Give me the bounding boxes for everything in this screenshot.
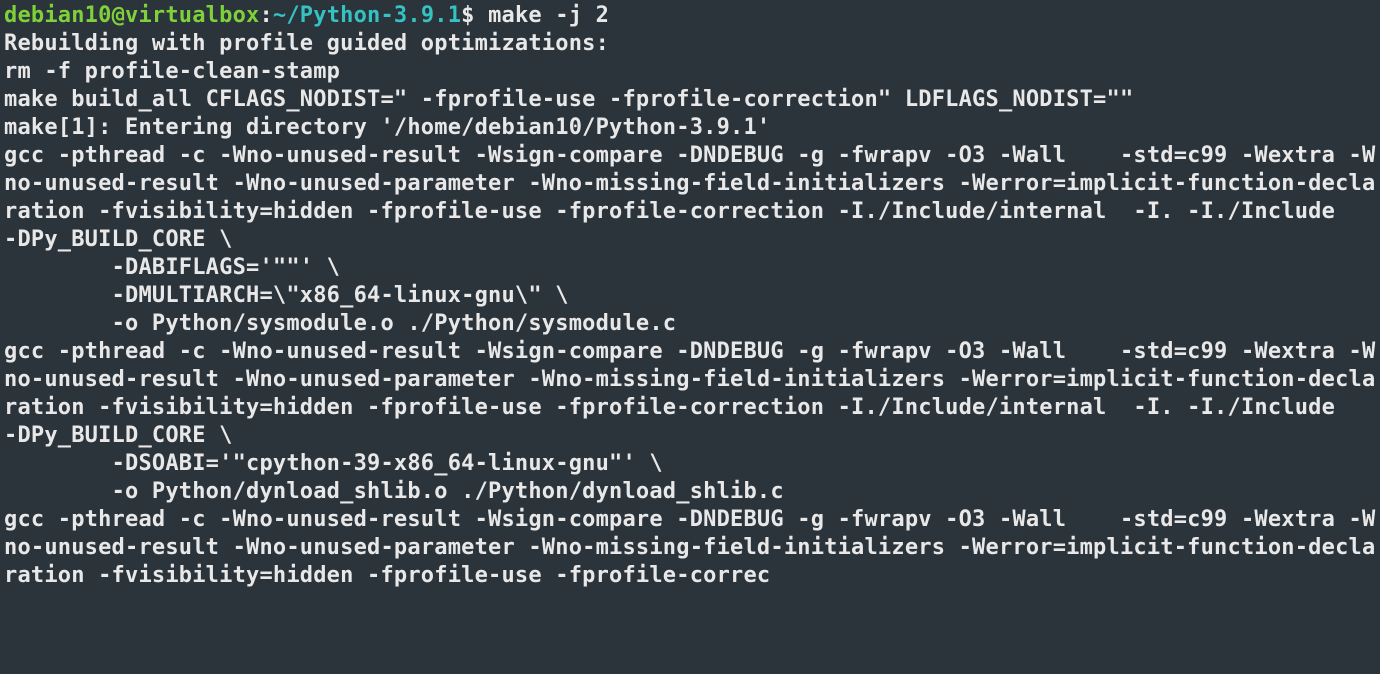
prompt-colon: : (259, 3, 272, 28)
output-line: -DMULTIARCH=\"x86_64-linux-gnu\" \ (4, 283, 569, 308)
prompt-user: debian10 (4, 3, 112, 28)
output-line: -DABIFLAGS='""' \ (4, 255, 340, 280)
output-line: make[1]: Entering directory '/home/debia… (4, 115, 770, 140)
prompt-host: virtualbox (125, 3, 259, 28)
terminal-window[interactable]: debian10@virtualbox:~/Python-3.9.1$ make… (0, 0, 1380, 674)
output-line: gcc -pthread -c -Wno-unused-result -Wsig… (4, 143, 1380, 252)
output-line: make build_all CFLAGS_NODIST=" -fprofile… (4, 87, 1133, 112)
output-line: -o Python/sysmodule.o ./Python/sysmodule… (4, 311, 676, 336)
prompt-at: @ (112, 3, 125, 28)
output-line: gcc -pthread -c -Wno-unused-result -Wsig… (4, 507, 1375, 588)
prompt-path: ~/Python-3.9.1 (273, 3, 461, 28)
prompt-dollar: $ (461, 3, 474, 28)
output-line: Rebuilding with profile guided optimizat… (4, 31, 609, 56)
output-line: -DSOABI='"cpython-39-x86_64-linux-gnu"' … (4, 451, 663, 476)
output-line: -o Python/dynload_shlib.o ./Python/dynlo… (4, 479, 784, 504)
command-text: make -j 2 (488, 3, 609, 28)
output-line: rm -f profile-clean-stamp (4, 59, 340, 84)
prompt-line: debian10@virtualbox:~/Python-3.9.1$ make… (4, 3, 609, 28)
output-line: gcc -pthread -c -Wno-unused-result -Wsig… (4, 339, 1380, 448)
